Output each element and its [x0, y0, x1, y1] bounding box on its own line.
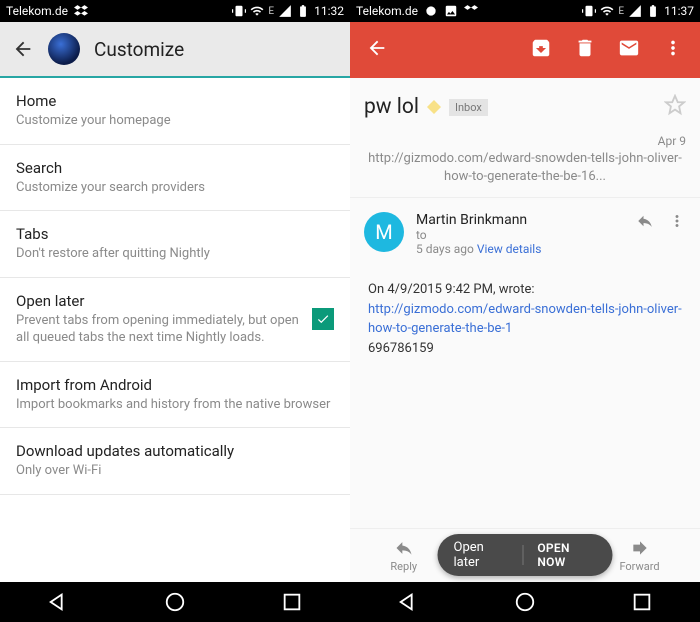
setting-updates[interactable]: Download updates automatically Only over…	[0, 428, 350, 495]
nav-recent-icon[interactable]	[281, 591, 303, 613]
preview-date: Apr 9	[364, 134, 686, 148]
wifi-icon	[250, 4, 264, 18]
snackbar: Open later OPEN NOW	[438, 534, 613, 576]
setting-open-later[interactable]: Open later Prevent tabs from opening imm…	[0, 278, 350, 362]
reply-button[interactable]: Reply	[390, 538, 417, 573]
firefox-icon	[424, 4, 438, 18]
setting-import[interactable]: Import from Android Import bookmarks and…	[0, 362, 350, 429]
image-icon	[444, 4, 458, 18]
back-button[interactable]	[360, 31, 394, 69]
body-line1: On 4/9/2015 9:42 PM, wrote:	[368, 280, 682, 300]
nav-back-icon[interactable]	[397, 591, 419, 613]
body-num: 696786159	[368, 339, 682, 359]
phone-right: Telekom.de E 11:37 pw lol Inbox Apr	[350, 0, 700, 622]
vibrate-icon	[582, 4, 596, 18]
preview-link: http://gizmodo.com/edward-snowden-tells-…	[364, 150, 686, 185]
snackbar-divider	[522, 545, 523, 565]
setting-home[interactable]: Home Customize your homepage	[0, 78, 350, 145]
checkbox-open-later[interactable]	[312, 308, 334, 330]
globe-icon	[48, 33, 80, 65]
snackbar-action[interactable]: OPEN NOW	[537, 541, 596, 569]
vibrate-icon	[232, 4, 246, 18]
phone-left: Telekom.de E 11:32 Customize Home Custom…	[0, 0, 350, 622]
inbox-chip[interactable]: Inbox	[449, 99, 488, 116]
mail-button[interactable]	[612, 31, 646, 69]
clock: 11:37	[664, 4, 694, 18]
overflow-button[interactable]	[656, 31, 690, 69]
preview-block: Apr 9 http://gizmodo.com/edward-snowden-…	[350, 128, 700, 198]
snackbar-text: Open later	[454, 540, 509, 570]
delete-button[interactable]	[568, 31, 602, 69]
navbar-right	[350, 582, 700, 622]
star-icon[interactable]	[664, 94, 686, 120]
body-url[interactable]: http://gizmodo.com/edward-snowden-tells-…	[368, 300, 682, 339]
back-icon[interactable]	[12, 38, 34, 60]
carrier: Telekom.de	[6, 4, 68, 18]
header-title: Customize	[94, 38, 184, 61]
sender-row: M Martin Brinkmann to 5 days ago View de…	[350, 198, 700, 270]
marker-icon	[427, 100, 441, 114]
signal-icon	[278, 4, 292, 18]
nav-home-icon[interactable]	[514, 591, 536, 613]
battery-icon	[646, 4, 660, 18]
carrier: Telekom.de	[356, 4, 418, 18]
gmail-header	[350, 22, 700, 78]
message-body: On 4/9/2015 9:42 PM, wrote: http://gizmo…	[350, 270, 700, 368]
reply-icon[interactable]	[636, 212, 654, 230]
view-details-link[interactable]: View details	[477, 242, 542, 256]
customize-header: Customize	[0, 22, 350, 78]
forward-button[interactable]: Forward	[619, 538, 659, 573]
nav-home-icon[interactable]	[164, 591, 186, 613]
statusbar-left: Telekom.de E 11:32	[0, 0, 350, 22]
net-type: E	[268, 6, 274, 17]
net-type: E	[618, 6, 624, 17]
archive-button[interactable]	[524, 31, 558, 69]
sender-time: 5 days ago View details	[416, 242, 624, 256]
sender-name: Martin Brinkmann	[416, 212, 624, 228]
signal-icon	[628, 4, 642, 18]
battery-icon	[296, 4, 310, 18]
clock: 11:32	[314, 4, 344, 18]
setting-search[interactable]: Search Customize your search providers	[0, 145, 350, 212]
sender-to: to	[416, 228, 624, 242]
statusbar-right: Telekom.de E 11:37	[350, 0, 700, 22]
subject-row: pw lol Inbox	[350, 78, 700, 128]
dropbox-icon	[74, 4, 88, 18]
settings-list: Home Customize your homepage Search Cust…	[0, 78, 350, 582]
navbar-left	[0, 582, 350, 622]
dropbox-icon	[464, 4, 478, 18]
email-body: pw lol Inbox Apr 9 http://gizmodo.com/ed…	[350, 78, 700, 582]
nav-recent-icon[interactable]	[631, 591, 653, 613]
avatar[interactable]: M	[364, 212, 404, 252]
nav-back-icon[interactable]	[47, 591, 69, 613]
setting-tabs[interactable]: Tabs Don't restore after quitting Nightl…	[0, 211, 350, 278]
overflow-icon[interactable]	[668, 212, 686, 230]
wifi-icon	[600, 4, 614, 18]
subject: pw lol	[364, 95, 419, 119]
